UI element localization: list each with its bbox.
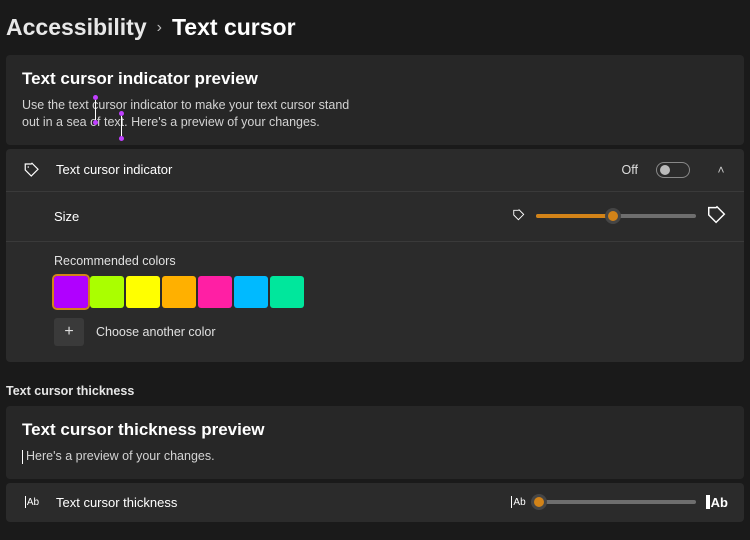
indicator-state-label: Off xyxy=(622,163,638,177)
breadcrumb-current: Text cursor xyxy=(172,14,296,41)
thickness-caret xyxy=(22,450,23,464)
color-swatch[interactable] xyxy=(90,276,124,308)
breadcrumb: Accessibility › Text cursor xyxy=(0,0,750,55)
indicator-panel: Text cursor indicator Off ˄ Size Recomme… xyxy=(6,149,744,362)
recommended-label: Recommended colors xyxy=(54,254,728,268)
color-swatch[interactable] xyxy=(270,276,304,308)
thickness-section-label: Text cursor thickness xyxy=(6,384,744,398)
chevron-right-icon: › xyxy=(157,19,162,37)
color-swatch[interactable] xyxy=(162,276,196,308)
size-slider[interactable] xyxy=(536,214,696,218)
colors-row: Recommended colors + Choose another colo… xyxy=(6,241,744,362)
thickness-preview-card: Text cursor thickness preview Here's a p… xyxy=(6,406,744,479)
cursor-preview-caret xyxy=(95,100,96,120)
add-color-button[interactable]: + xyxy=(54,318,84,346)
thickness-row: Ab Text cursor thickness Ab Ab xyxy=(6,483,744,522)
size-row: Size xyxy=(6,191,744,241)
cursor-preview-caret xyxy=(121,116,122,136)
indicator-preview-desc: Use the text cursor indicator to make yo… xyxy=(22,97,362,131)
thickness-preview-desc: Here's a preview of your changes. xyxy=(22,448,362,465)
thickness-small-icon: Ab xyxy=(511,496,525,508)
indicator-preview-card: Text cursor indicator preview Use the te… xyxy=(6,55,744,145)
thickness-icon: Ab xyxy=(22,496,42,508)
breadcrumb-parent[interactable]: Accessibility xyxy=(6,14,147,41)
thickness-label: Text cursor thickness xyxy=(56,495,497,510)
thickness-large-icon: Ab xyxy=(706,495,728,510)
thickness-slider[interactable] xyxy=(536,500,696,504)
color-swatch[interactable] xyxy=(234,276,268,308)
indicator-label: Text cursor indicator xyxy=(56,162,608,177)
thickness-preview-title: Text cursor thickness preview xyxy=(22,420,728,440)
choose-color-label[interactable]: Choose another color xyxy=(96,325,216,339)
thickness-panel: Ab Text cursor thickness Ab Ab xyxy=(6,483,744,522)
color-swatch[interactable] xyxy=(54,276,88,308)
indicator-toggle[interactable] xyxy=(656,162,690,178)
tag-icon xyxy=(22,161,42,179)
color-swatch[interactable] xyxy=(198,276,232,308)
swatch-row xyxy=(54,276,728,308)
indicator-toggle-row[interactable]: Text cursor indicator Off ˄ xyxy=(6,149,744,191)
indicator-preview-title: Text cursor indicator preview xyxy=(22,69,728,89)
size-label: Size xyxy=(54,209,498,224)
color-swatch[interactable] xyxy=(126,276,160,308)
size-small-icon xyxy=(512,208,526,225)
size-large-icon xyxy=(706,204,728,229)
chevron-up-icon[interactable]: ˄ xyxy=(714,163,728,177)
